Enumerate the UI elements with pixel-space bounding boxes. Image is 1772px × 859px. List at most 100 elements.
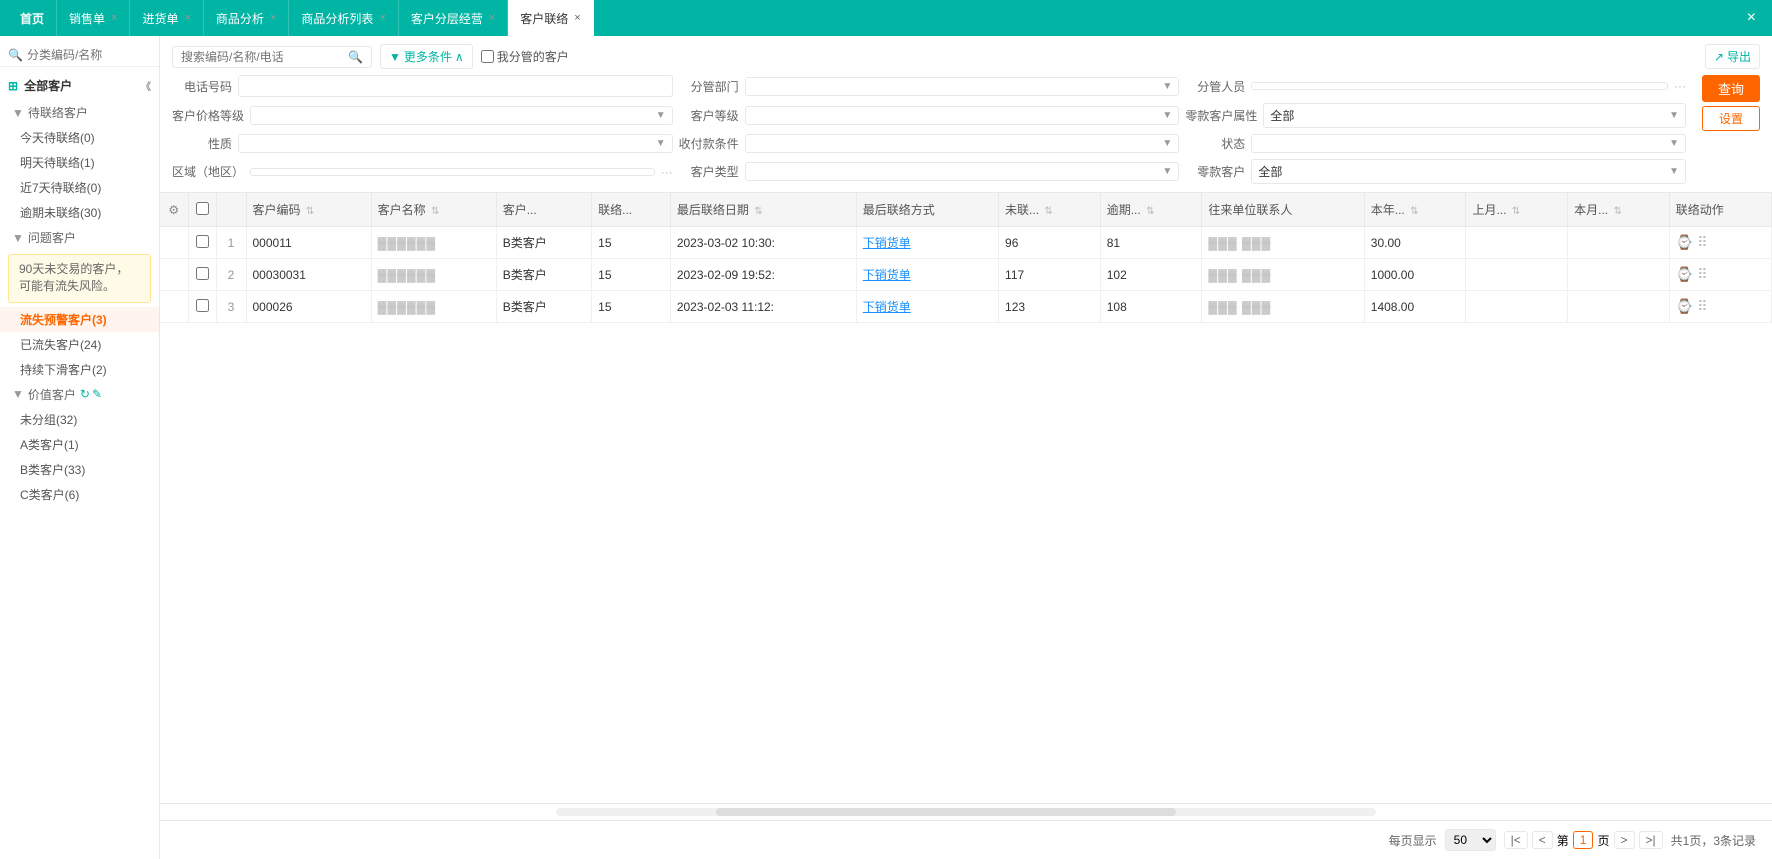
more-dots[interactable]: ··· bbox=[1674, 79, 1686, 93]
row-checkbox-cell[interactable] bbox=[188, 291, 216, 323]
phone-input[interactable] bbox=[238, 75, 673, 97]
payment-select[interactable]: ▼ bbox=[745, 134, 1180, 153]
sidebar-search-input[interactable] bbox=[27, 48, 151, 62]
more-conditions-button[interactable]: ▼ 更多条件 ∧ bbox=[380, 44, 473, 69]
close-purchase-tab[interactable]: × bbox=[184, 12, 190, 24]
status-select[interactable]: ▼ bbox=[1251, 134, 1686, 153]
sidebar-item-classB[interactable]: B类客户(33) bbox=[0, 457, 159, 482]
first-page-button[interactable]: |< bbox=[1504, 831, 1528, 849]
more-actions-icon[interactable]: ⠿ bbox=[1697, 266, 1707, 283]
sidebar-item-at-risk[interactable]: 流失预警客户(3) bbox=[0, 307, 159, 332]
filter-search-box[interactable]: 🔍 bbox=[172, 46, 372, 68]
sidebar-item-lost-already[interactable]: 已流失客户(24) bbox=[0, 332, 159, 357]
tab-analysis-list[interactable]: 商品分析列表 × bbox=[289, 0, 398, 36]
nature-select[interactable]: ▼ bbox=[238, 134, 673, 153]
row-checkbox-cell[interactable] bbox=[188, 227, 216, 259]
prev-page-button[interactable]: < bbox=[1532, 831, 1553, 849]
col-code[interactable]: 客户编码 ⇅ bbox=[246, 193, 371, 227]
sidebar: 🔍 ⊞ 全部客户 《 ▼ 待联络客户 今天待联络(0) 明天待联络(1) 近7天… bbox=[0, 36, 160, 859]
query-button[interactable]: 查询 bbox=[1702, 75, 1760, 102]
row-last-method[interactable]: 下销货单 bbox=[856, 227, 998, 259]
pricelevel-select[interactable]: ▼ bbox=[250, 106, 673, 125]
select-all-checkbox[interactable] bbox=[196, 202, 209, 215]
sidebar-item-tomorrow[interactable]: 明天待联络(1) bbox=[0, 150, 159, 175]
close-customer-tier-tab[interactable]: × bbox=[489, 12, 495, 24]
tab-home[interactable]: 首页 bbox=[8, 0, 57, 36]
tab-customer-contact[interactable]: 客户联络 × bbox=[508, 0, 593, 36]
row-contact: 15 bbox=[592, 227, 671, 259]
retail-attr-select[interactable]: 全部▼ bbox=[1263, 103, 1686, 128]
collapse-icon: 《 bbox=[141, 78, 151, 93]
sidebar-item-ungrouped[interactable]: 未分组(32) bbox=[0, 407, 159, 432]
col-last-date[interactable]: 最后联络日期 ⇅ bbox=[670, 193, 856, 227]
col-checkbox[interactable] bbox=[188, 193, 216, 227]
col-this-month[interactable]: 本月... ⇅ bbox=[1568, 193, 1670, 227]
row-checkbox-cell[interactable] bbox=[188, 259, 216, 291]
row-uncontacted: 117 bbox=[999, 259, 1101, 291]
col-name[interactable]: 客户名称 ⇅ bbox=[371, 193, 496, 227]
close-all-button[interactable]: × bbox=[1739, 9, 1764, 27]
export-button[interactable]: ↗ 导出 bbox=[1705, 44, 1760, 69]
region-select[interactable] bbox=[250, 168, 655, 176]
gear-icon[interactable]: ⚙ bbox=[168, 203, 179, 217]
close-analysis-list-tab[interactable]: × bbox=[379, 12, 385, 24]
sidebar-group-lost[interactable]: ▼ 问题客户 bbox=[0, 225, 159, 250]
contact-icon[interactable]: ⌚ bbox=[1676, 234, 1693, 251]
scrollbar-track bbox=[556, 808, 1376, 816]
retail-customer-select[interactable]: 全部▼ bbox=[1251, 159, 1686, 184]
refresh-icon[interactable]: ↻ bbox=[80, 387, 90, 401]
contact-icon[interactable]: ⌚ bbox=[1676, 266, 1693, 283]
sidebar-all-customers[interactable]: ⊞ 全部客户 《 bbox=[0, 71, 159, 100]
contact-icon[interactable]: ⌚ bbox=[1676, 298, 1693, 315]
row-last-method[interactable]: 下销货单 bbox=[856, 259, 998, 291]
dept-select[interactable]: ▼ bbox=[745, 77, 1180, 96]
sidebar-item-today[interactable]: 今天待联络(0) bbox=[0, 125, 159, 150]
edit-icon[interactable]: ✎ bbox=[92, 387, 102, 401]
col-uncontacted[interactable]: 未联... ⇅ bbox=[999, 193, 1101, 227]
tab-sales[interactable]: 销售单 × bbox=[57, 0, 130, 36]
sidebar-search-box[interactable]: 🔍 bbox=[0, 44, 159, 67]
search-orange-icon[interactable]: 🔍 bbox=[348, 50, 363, 64]
row-last-method[interactable]: 下销货单 bbox=[856, 291, 998, 323]
row-checkbox[interactable] bbox=[196, 299, 209, 312]
col-overdue[interactable]: 逾期... ⇅ bbox=[1100, 193, 1202, 227]
scrollbar-thumb[interactable] bbox=[716, 808, 1176, 816]
tab-customer-tier[interactable]: 客户分层经营 × bbox=[399, 0, 508, 36]
sidebar-item-overdue[interactable]: 逾期未联络(30) bbox=[0, 200, 159, 225]
manager-select[interactable] bbox=[1251, 82, 1668, 90]
page-size-select[interactable]: 50 100 200 bbox=[1445, 829, 1496, 851]
sidebar-item-declining[interactable]: 持续下滑客户(2) bbox=[0, 357, 159, 382]
horizontal-scrollbar[interactable] bbox=[160, 803, 1772, 820]
next-page-button[interactable]: > bbox=[1614, 831, 1635, 849]
filter-dept-row: 分管部门 ▼ bbox=[679, 75, 1180, 97]
settings-button[interactable]: 设置 bbox=[1702, 106, 1760, 131]
sidebar-item-week[interactable]: 近7天待联络(0) bbox=[0, 175, 159, 200]
level-select[interactable]: ▼ bbox=[745, 106, 1180, 125]
customertype-select[interactable]: ▼ bbox=[745, 162, 1180, 181]
tab-analysis[interactable]: 商品分析 × bbox=[204, 0, 289, 36]
col-last-month[interactable]: 上月... ⇅ bbox=[1466, 193, 1568, 227]
row-checkbox[interactable] bbox=[196, 267, 209, 280]
col-this-year[interactable]: 本年... ⇅ bbox=[1364, 193, 1466, 227]
my-customers-check[interactable] bbox=[481, 50, 494, 63]
more-actions-icon[interactable]: ⠿ bbox=[1697, 298, 1707, 315]
close-customer-contact-tab[interactable]: × bbox=[574, 12, 580, 24]
filter-retail-attr-row: 零款客户属性 全部▼ bbox=[1185, 103, 1686, 128]
my-customers-checkbox[interactable]: 我分管的客户 bbox=[481, 48, 569, 65]
filter-bar: 🔍 ▼ 更多条件 ∧ 我分管的客户 ↗ 导出 bbox=[160, 36, 1772, 193]
sidebar-group-valued[interactable]: ▼ 价值客户 ↻ ✎ bbox=[0, 382, 159, 407]
more-actions-icon[interactable]: ⠿ bbox=[1697, 234, 1707, 251]
filter-search-input[interactable] bbox=[181, 50, 344, 64]
top-nav: 首页 销售单 × 进货单 × 商品分析 × 商品分析列表 × 客户分层经营 × … bbox=[0, 0, 1772, 36]
last-page-button[interactable]: >| bbox=[1639, 831, 1663, 849]
tab-purchase[interactable]: 进货单 × bbox=[130, 0, 203, 36]
row-checkbox[interactable] bbox=[196, 235, 209, 248]
row-name: ▓▓▓▓▓▓ bbox=[371, 227, 496, 259]
sidebar-item-classA[interactable]: A类客户(1) bbox=[0, 432, 159, 457]
region-more-dots[interactable]: ··· bbox=[661, 165, 673, 179]
close-analysis-tab[interactable]: × bbox=[270, 12, 276, 24]
sidebar-item-classC[interactable]: C类客户(6) bbox=[0, 482, 159, 507]
close-sales-tab[interactable]: × bbox=[111, 12, 117, 24]
col-settings[interactable]: ⚙ bbox=[160, 193, 188, 227]
sidebar-group-pending[interactable]: ▼ 待联络客户 bbox=[0, 100, 159, 125]
